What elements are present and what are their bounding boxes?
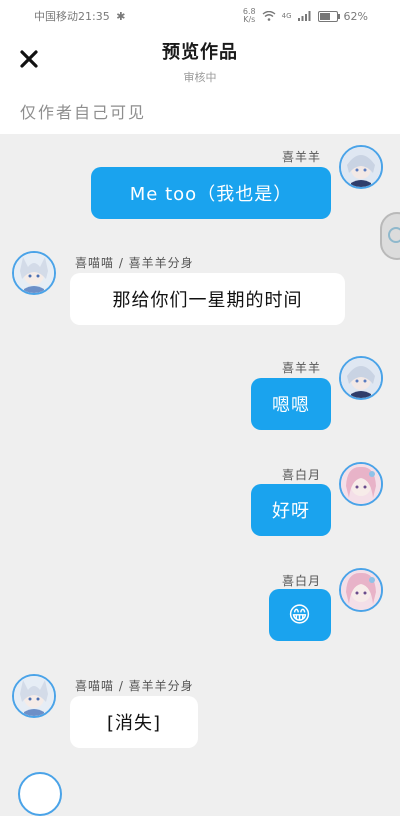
emoji-bubble[interactable]: 😁 [269, 589, 331, 641]
battery-percent: 62% [343, 9, 368, 23]
message-bubble[interactable]: 好呀 [251, 484, 331, 536]
sender-name: 喜白月 [282, 468, 322, 482]
avatar[interactable] [339, 145, 383, 189]
signal-icon [297, 11, 312, 21]
status-left: 中国移动21:35 ✱ [34, 8, 125, 24]
avatar[interactable] [339, 568, 383, 612]
sender-name: 喜羊羊 [282, 361, 322, 375]
status-right: 6.8 K/s 4G 62% [243, 8, 368, 24]
message-bubble[interactable]: 那给你们一星期的时间 [70, 273, 345, 325]
avatar[interactable] [12, 251, 56, 295]
avatar[interactable] [339, 462, 383, 506]
sender-name: 喜喵喵 / 喜羊羊分身 [75, 679, 194, 693]
page-title: 预览作品 [162, 42, 238, 63]
sender-name: 喜喵喵 / 喜羊羊分身 [75, 256, 194, 270]
battery-fill [319, 12, 330, 20]
bluetooth-icon: ✱ [116, 10, 126, 23]
top-header: 中国移动21:35 ✱ 6.8 K/s 4G 62% 预览作品 审核中 仅作者自… [0, 0, 400, 134]
message-bubble[interactable]: 嗯嗯 [251, 378, 331, 430]
review-status: 审核中 [183, 71, 217, 84]
message-bubble[interactable]: Me too（我也是） [91, 167, 331, 219]
net-speed: 6.8 K/s [243, 8, 256, 24]
avatar[interactable] [339, 356, 383, 400]
wifi-icon [262, 11, 276, 21]
battery-icon [317, 10, 340, 22]
status-bar: 中国移动21:35 ✱ 6.8 K/s 4G 62% [0, 0, 400, 30]
avatar[interactable] [12, 674, 56, 718]
avatar[interactable] [18, 772, 62, 816]
carrier-time: 中国移动21:35 [34, 10, 110, 23]
message-bubble[interactable]: [消失] [70, 696, 198, 748]
network-type: 4G [281, 12, 292, 20]
floating-side-handle[interactable] [380, 212, 400, 260]
net-speed-unit: K/s [243, 15, 256, 24]
visibility-note: 仅作者自己可见 [20, 103, 147, 122]
sender-name: 喜羊羊 [282, 150, 322, 164]
sender-name: 喜白月 [282, 574, 322, 588]
